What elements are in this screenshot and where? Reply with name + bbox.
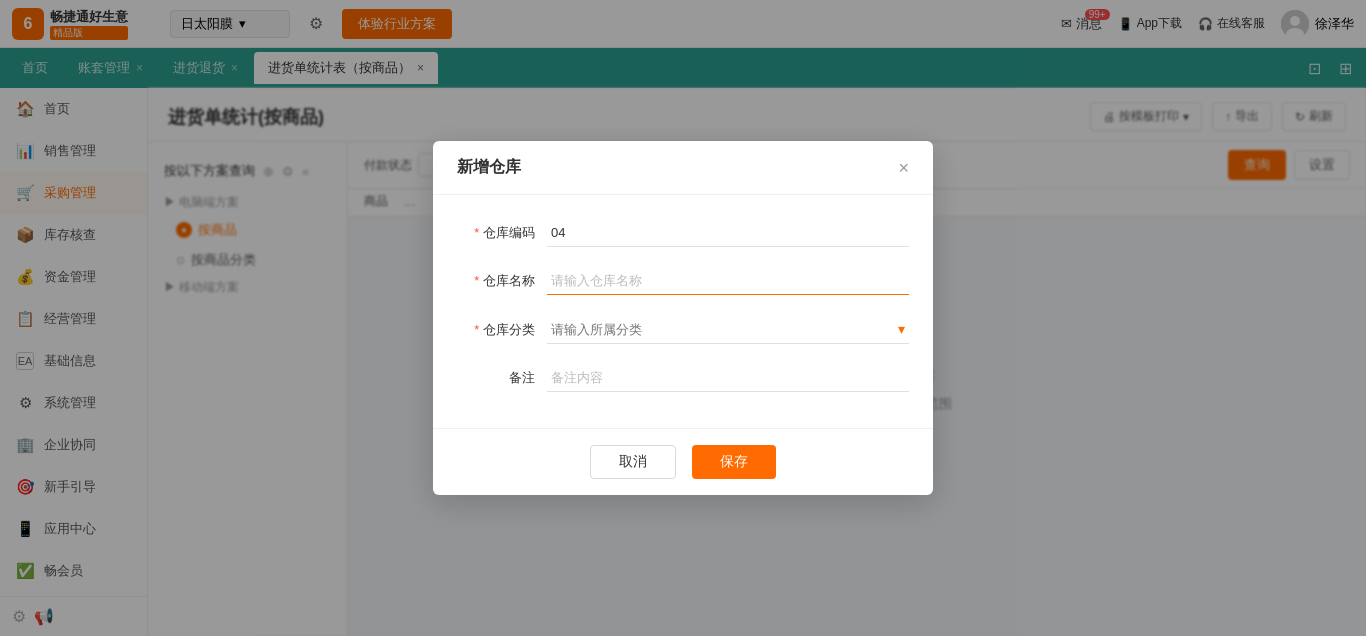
dialog-header: 新增仓库 × xyxy=(433,141,933,195)
add-warehouse-dialog: 新增仓库 × * 仓库编码 * 仓库名称 xyxy=(433,141,933,495)
form-row-note: 备注 xyxy=(457,364,909,392)
dialog-close-icon[interactable]: × xyxy=(898,159,909,177)
cancel-button[interactable]: 取消 xyxy=(590,445,676,479)
category-label-text: 仓库分类 xyxy=(483,322,535,337)
form-row-category: * 仓库分类 ▾ xyxy=(457,315,909,344)
name-label: * 仓库名称 xyxy=(457,272,547,290)
form-row-code: * 仓库编码 xyxy=(457,219,909,247)
code-input[interactable] xyxy=(547,219,909,247)
code-label-text: 仓库编码 xyxy=(483,225,535,240)
code-label: * 仓库编码 xyxy=(457,224,547,242)
dialog-body: * 仓库编码 * 仓库名称 * 仓库分类 xyxy=(433,195,933,428)
form-row-name: * 仓库名称 xyxy=(457,267,909,295)
category-input[interactable] xyxy=(551,322,898,337)
dialog-title: 新增仓库 xyxy=(457,157,521,178)
category-label: * 仓库分类 xyxy=(457,321,547,339)
modal-overlay: 新增仓库 × * 仓库编码 * 仓库名称 xyxy=(0,0,1366,636)
note-label: 备注 xyxy=(457,369,547,387)
category-dropdown-icon: ▾ xyxy=(898,321,905,337)
category-required: * xyxy=(474,322,479,337)
dialog-footer: 取消 保存 xyxy=(433,428,933,495)
save-button[interactable]: 保存 xyxy=(692,445,776,479)
note-label-text: 备注 xyxy=(509,370,535,385)
name-input[interactable] xyxy=(547,267,909,295)
name-label-text: 仓库名称 xyxy=(483,273,535,288)
code-required: * xyxy=(474,225,479,240)
category-select-row[interactable]: ▾ xyxy=(547,315,909,344)
note-input[interactable] xyxy=(547,364,909,392)
name-required: * xyxy=(474,273,479,288)
